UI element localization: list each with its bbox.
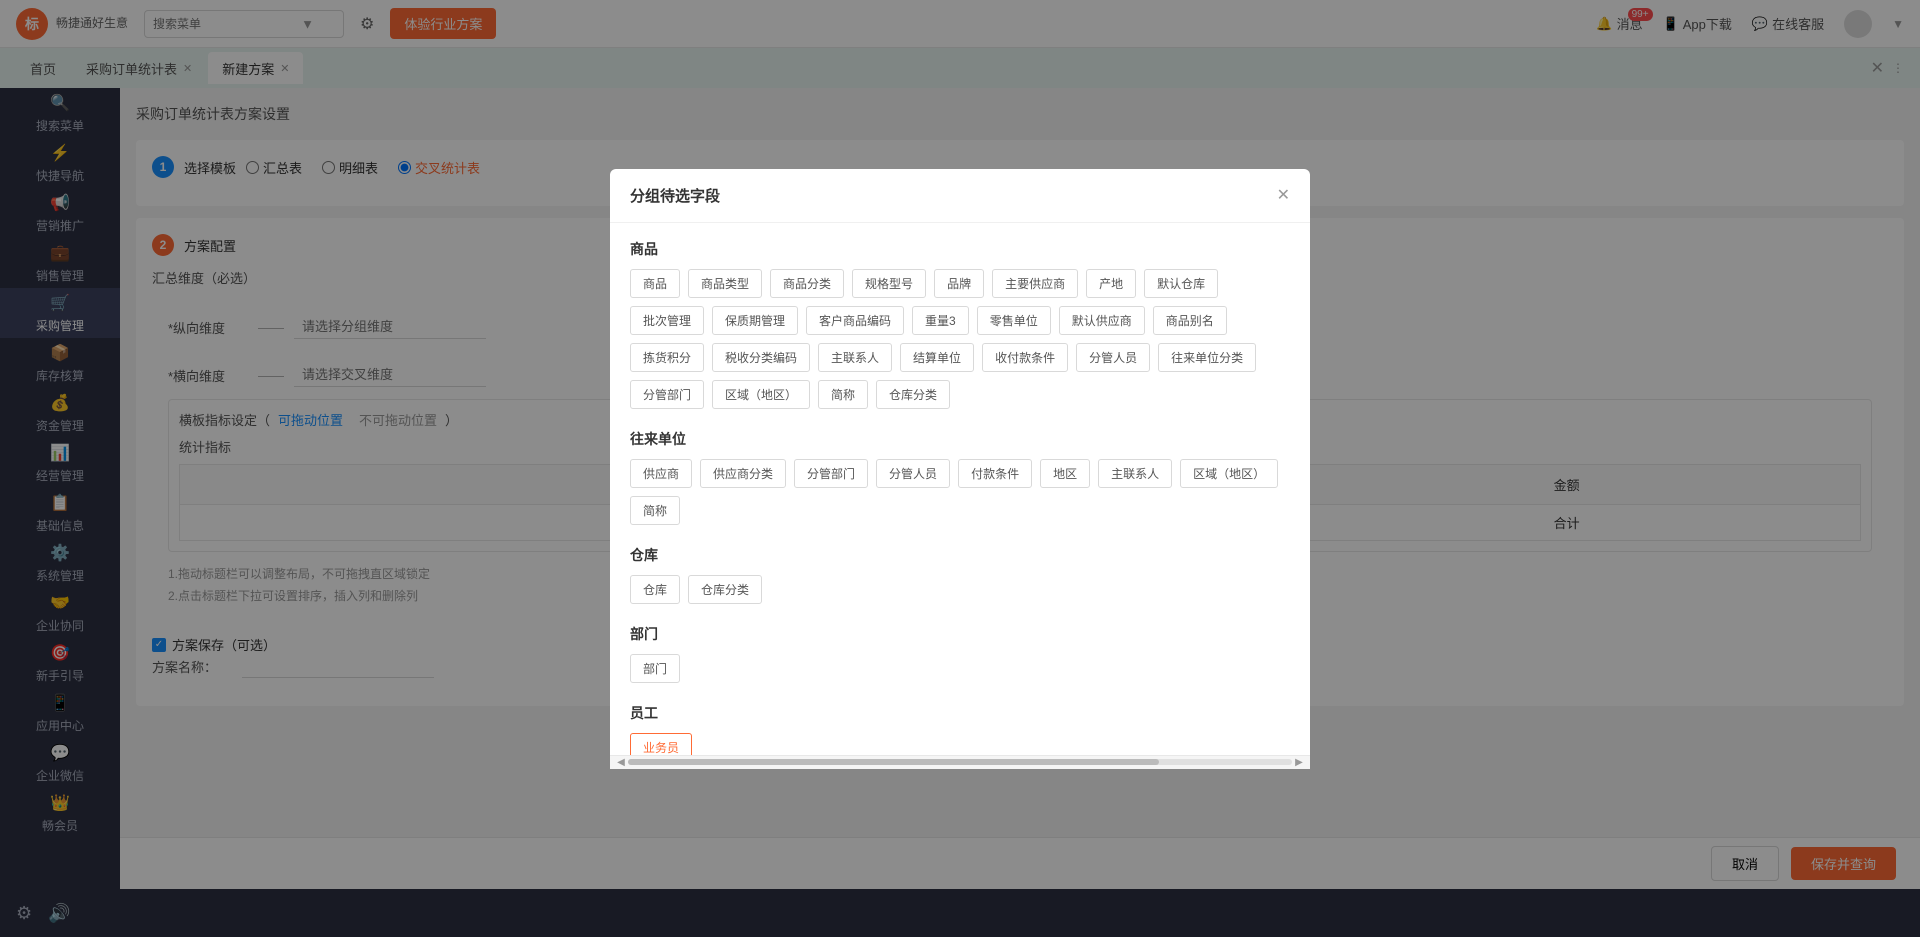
field-group-warehouse: 仓库仓库仓库分类 <box>630 545 1290 604</box>
field-tags-product: 商品商品类型商品分类规格型号品牌主要供应商产地默认仓库批次管理保质期管理客户商品… <box>630 269 1290 409</box>
field-group-department: 部门部门 <box>630 624 1290 683</box>
field-tag-dept2[interactable]: 分管部门 <box>794 459 868 488</box>
field-group-title-staff: 员工 <box>630 703 1290 723</box>
field-tag-region-area[interactable]: 区域（地区） <box>1180 459 1278 488</box>
modal-dialog: 分组待选字段 ✕ 商品商品商品类型商品分类规格型号品牌主要供应商产地默认仓库批次… <box>610 169 1310 769</box>
field-tag-brand[interactable]: 品牌 <box>934 269 984 298</box>
scrollbar-thumb <box>628 759 1159 765</box>
field-tag-salesperson[interactable]: 业务员 <box>630 733 692 755</box>
modal-close-button[interactable]: ✕ <box>1277 185 1290 205</box>
field-tag-goods-category[interactable]: 商品分类 <box>770 269 844 298</box>
field-tag-goods-alias[interactable]: 商品别名 <box>1153 306 1227 335</box>
field-tag-retail-unit[interactable]: 零售单位 <box>977 306 1051 335</box>
field-tag-weight3[interactable]: 重量3 <box>912 306 969 335</box>
field-tag-supplier[interactable]: 供应商 <box>630 459 692 488</box>
field-tag-goods[interactable]: 商品 <box>630 269 680 298</box>
field-tag-dept[interactable]: 分管部门 <box>630 380 704 409</box>
modal-body: 商品商品商品类型商品分类规格型号品牌主要供应商产地默认仓库批次管理保质期管理客户… <box>610 223 1310 755</box>
field-tags-department: 部门 <box>630 654 1290 683</box>
scrollbar-track[interactable] <box>628 759 1292 765</box>
scrollbar-right-arrow[interactable]: ▶ <box>1292 755 1306 769</box>
field-tag-warehouse-cat[interactable]: 仓库分类 <box>876 380 950 409</box>
field-tag-origin[interactable]: 产地 <box>1086 269 1136 298</box>
field-tags-staff: 业务员 <box>630 733 1290 755</box>
field-tag-main-contact2[interactable]: 主联系人 <box>1098 459 1172 488</box>
field-group-title-department: 部门 <box>630 624 1290 644</box>
field-tag-manager[interactable]: 分管人员 <box>1076 343 1150 372</box>
field-group-title-product: 商品 <box>630 239 1290 259</box>
field-tag-from-unit-cat[interactable]: 往来单位分类 <box>1158 343 1256 372</box>
modal-title: 分组待选字段 <box>630 185 720 206</box>
field-tag-short-name2[interactable]: 简称 <box>630 496 680 525</box>
field-tag-payment-cond[interactable]: 付款条件 <box>958 459 1032 488</box>
field-tag-tax-code[interactable]: 税收分类编码 <box>712 343 810 372</box>
field-group-title-partner: 往来单位 <box>630 429 1290 449</box>
field-group-partner: 往来单位供应商供应商分类分管部门分管人员付款条件地区主联系人区域（地区） 简称 <box>630 429 1290 525</box>
field-tag-pick-points[interactable]: 拣货积分 <box>630 343 704 372</box>
field-tag-settlement-unit[interactable]: 结算单位 <box>900 343 974 372</box>
field-tag-default-warehouse[interactable]: 默认仓库 <box>1144 269 1218 298</box>
field-tag-main-contact[interactable]: 主联系人 <box>818 343 892 372</box>
field-tag-region2[interactable]: 地区 <box>1040 459 1090 488</box>
field-tag-dept3[interactable]: 部门 <box>630 654 680 683</box>
field-group-product: 商品商品商品类型商品分类规格型号品牌主要供应商产地默认仓库批次管理保质期管理客户… <box>630 239 1290 409</box>
modal-scrollbar: ◀ ▶ <box>610 755 1310 769</box>
field-tag-warehouse-cat2[interactable]: 仓库分类 <box>688 575 762 604</box>
field-tag-expiry-mgmt[interactable]: 保质期管理 <box>712 306 798 335</box>
field-tag-dept-mgr[interactable]: 分管人员 <box>876 459 950 488</box>
field-tag-customer-code[interactable]: 客户商品编码 <box>806 306 904 335</box>
field-tag-goods-type[interactable]: 商品类型 <box>688 269 762 298</box>
field-tags-partner: 供应商供应商分类分管部门分管人员付款条件地区主联系人区域（地区） 简称 <box>630 459 1290 525</box>
field-tag-supplier-cat[interactable]: 供应商分类 <box>700 459 786 488</box>
field-tag-main-supplier[interactable]: 主要供应商 <box>992 269 1078 298</box>
field-tag-warehouse[interactable]: 仓库 <box>630 575 680 604</box>
scrollbar-left-arrow[interactable]: ◀ <box>614 755 628 769</box>
field-tag-default-supplier[interactable]: 默认供应商 <box>1059 306 1145 335</box>
field-tag-payment-terms[interactable]: 收付款条件 <box>982 343 1068 372</box>
field-tags-warehouse: 仓库仓库分类 <box>630 575 1290 604</box>
field-tag-short-name[interactable]: 简称 <box>818 380 868 409</box>
field-tag-region[interactable]: 区域（地区） <box>712 380 810 409</box>
field-group-staff: 员工业务员 <box>630 703 1290 755</box>
field-tag-batch-mgmt[interactable]: 批次管理 <box>630 306 704 335</box>
modal-header: 分组待选字段 ✕ <box>610 169 1310 223</box>
field-group-title-warehouse: 仓库 <box>630 545 1290 565</box>
field-tag-spec-type[interactable]: 规格型号 <box>852 269 926 298</box>
